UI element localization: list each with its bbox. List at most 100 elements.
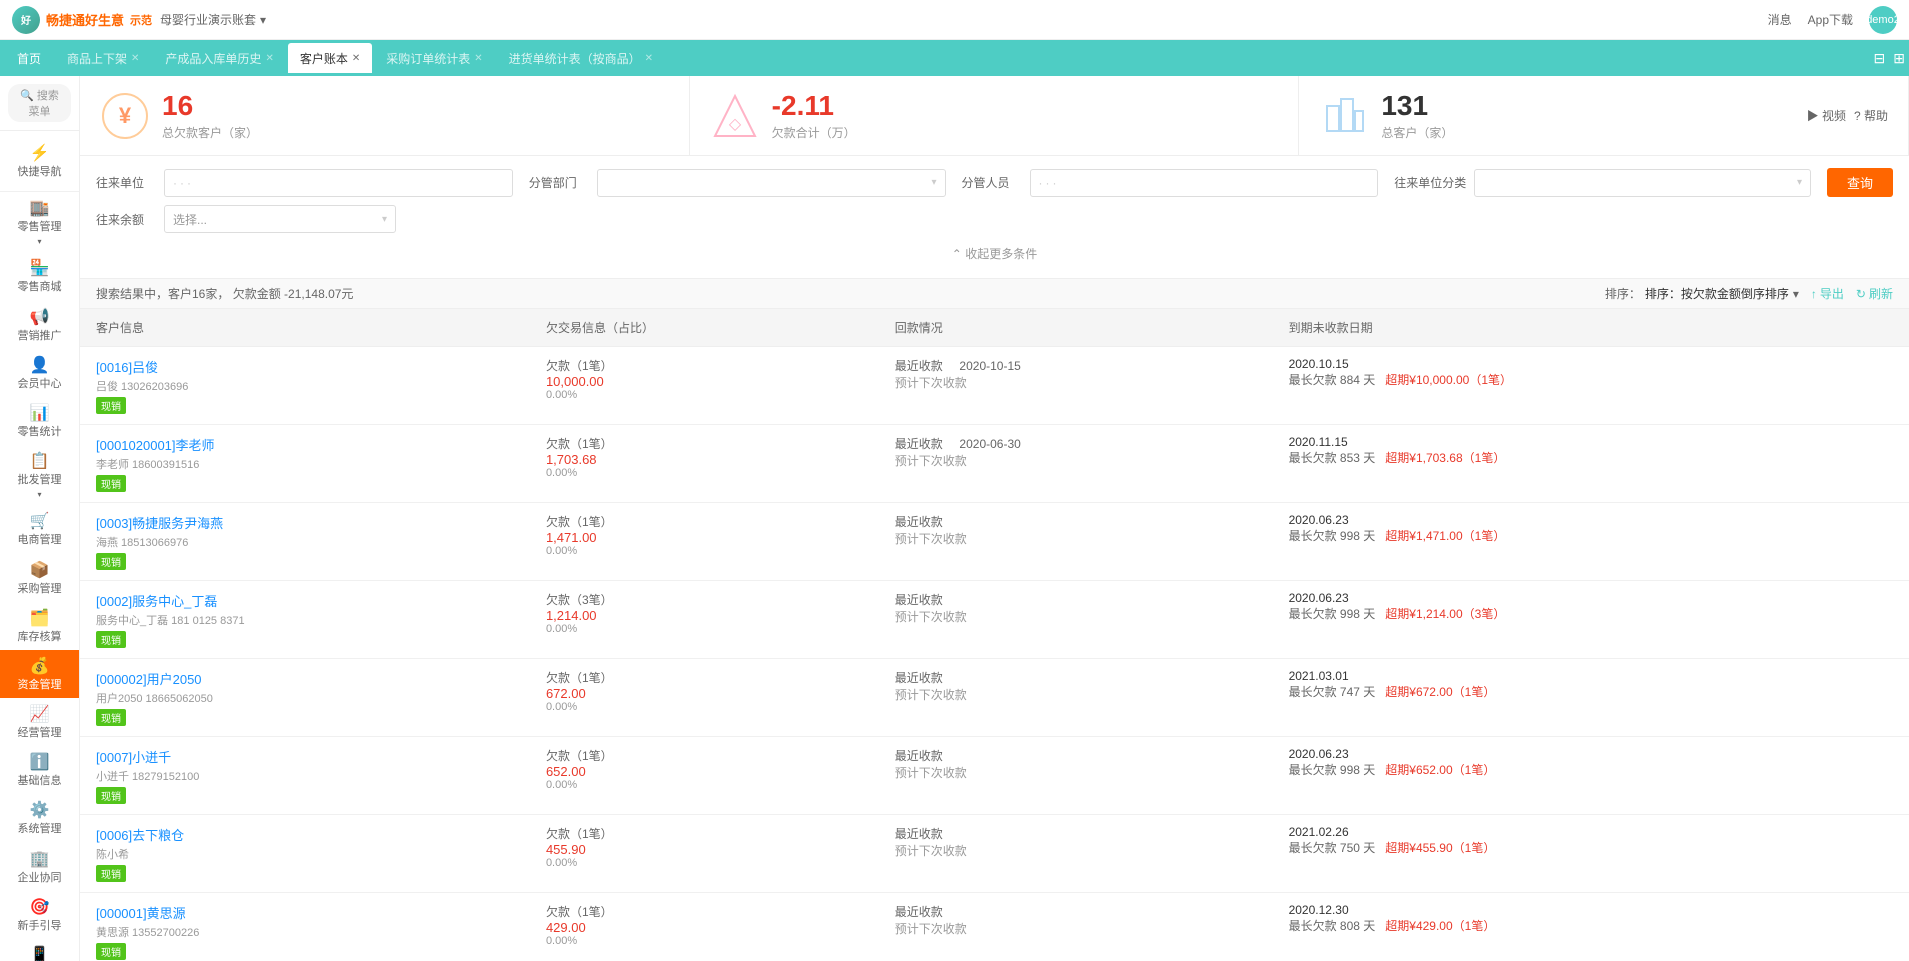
- filter-item-manager: 分管人员 ···: [962, 169, 1379, 197]
- main-content: ¥ 16 总欠款客户（家） ◇ -2.11 欠款合计（万）: [80, 76, 1909, 961]
- tab-minimize-icon[interactable]: ⊟: [1874, 50, 1886, 67]
- cell-customer-info-2: [0003]畅捷服务尹海燕 海燕 18513066976 现销: [80, 503, 530, 581]
- sidebar-item-sys-mgmt[interactable]: ⚙️ 系统管理: [0, 794, 79, 842]
- sidebar-item-operations[interactable]: 📈 经营管理: [0, 698, 79, 746]
- close-purchase-order-icon[interactable]: ✕: [474, 53, 482, 64]
- tab-home[interactable]: 首页: [5, 43, 53, 73]
- retail-stats-icon: 📊: [30, 403, 50, 423]
- customer-phone-2: 海燕 18513066976: [96, 534, 514, 550]
- app-download-btn[interactable]: App下载: [1808, 11, 1853, 28]
- filter-input-balance[interactable]: 选择... ▾: [164, 205, 396, 233]
- tab-inbound-stats[interactable]: 进货单统计表（按商品） ✕: [497, 43, 665, 73]
- collapse-button[interactable]: ⌃ 收起更多条件: [96, 241, 1893, 266]
- tenant-selector[interactable]: 母婴行业演示账套 ▾: [160, 11, 266, 28]
- result-actions: 排序： 排序：按欠款金额倒序排序 ▾ ↑ 导出 ↻ 刷新: [1605, 285, 1893, 302]
- customer-phone-3: 服务中心_丁磊 181 0125 8371: [96, 612, 514, 628]
- due-date-0: 2020.10.15: [1289, 357, 1893, 371]
- cell-payment-status-5: 最近收款 预计下次收款: [879, 737, 1273, 815]
- tab-product-offsale[interactable]: 商品上下架 ✕: [55, 43, 151, 73]
- overdue-amount-0[interactable]: 超期¥10,000.00（1笔）: [1385, 373, 1512, 387]
- batch-mgmt-label: 批发管理: [18, 474, 62, 487]
- table-row: [0002]服务中心_丁磊 服务中心_丁磊 181 0125 8371 现销 欠…: [80, 581, 1909, 659]
- tab-purchase-order[interactable]: 采购订单统计表 ✕: [374, 43, 494, 73]
- stat-icon-debt-amount: ◇: [710, 91, 760, 141]
- customer-name-6[interactable]: [0006]去下粮仓: [96, 825, 514, 844]
- close-inbound-stats-icon[interactable]: ✕: [645, 53, 653, 64]
- cell-due-date-0: 2020.10.15 最长欠款 884 天 超期¥10,000.00（1笔）: [1273, 347, 1909, 425]
- retail-mgmt-label: 零售管理: [18, 221, 62, 234]
- sidebar-item-enterprise[interactable]: 🏢 企业协同: [0, 843, 79, 891]
- tab-customer-account[interactable]: 客户账本 ✕: [288, 43, 372, 73]
- overdue-amount-2[interactable]: 超期¥1,471.00（1笔）: [1385, 529, 1505, 543]
- sidebar-item-purchase-mgmt[interactable]: 📦 采购管理: [0, 554, 79, 602]
- cell-due-date-7: 2020.12.30 最长欠款 808 天 超期¥429.00（1笔）: [1273, 893, 1909, 961]
- tab-maximize-icon[interactable]: ⊞: [1893, 50, 1905, 67]
- due-date-7: 2020.12.30: [1289, 903, 1893, 917]
- sidebar-search-box[interactable]: 🔍 搜索菜单: [8, 84, 71, 122]
- filter-input-from-unit[interactable]: ···: [164, 169, 513, 197]
- overdue-info-2: 最长欠款 998 天 超期¥1,471.00（1笔）: [1289, 527, 1893, 544]
- sidebar-item-retail-stats[interactable]: 📊 零售统计: [0, 397, 79, 445]
- batch-mgmt-icon: 📋: [30, 451, 50, 471]
- sidebar-item-ecommerce[interactable]: 🛒 电商管理: [0, 505, 79, 553]
- logo-icon: 好: [12, 6, 40, 34]
- customer-name-2[interactable]: [0003]畅捷服务尹海燕: [96, 513, 514, 532]
- filter-input-manager[interactable]: ···: [1030, 169, 1379, 197]
- customer-table: 客户信息 欠交易信息（占比） 回款情况 到期未收款日期 [0016]吕俊 吕俊 …: [80, 309, 1909, 961]
- video-btn[interactable]: ▶ 视频: [1807, 107, 1846, 124]
- debt-amount-4: 672.00: [546, 686, 863, 701]
- tab-product-inbound[interactable]: 产成品入库单历史 ✕: [153, 43, 285, 73]
- customer-name-3[interactable]: [0002]服务中心_丁磊: [96, 591, 514, 610]
- finance-label: 资金管理: [18, 679, 62, 692]
- filter-manager-placeholder: ···: [1039, 176, 1060, 190]
- customer-name-5[interactable]: [0007]小迸千: [96, 747, 514, 766]
- sidebar-item-marketing[interactable]: 📢 营销推广: [0, 301, 79, 349]
- export-button[interactable]: ↑ 导出: [1811, 285, 1844, 302]
- customer-tag-4: 现销: [96, 709, 126, 726]
- close-product-offsale-icon[interactable]: ✕: [131, 53, 139, 64]
- overdue-amount-3[interactable]: 超期¥1,214.00（3笔）: [1385, 607, 1505, 621]
- query-button[interactable]: 查询: [1827, 168, 1893, 197]
- cell-customer-info-6: [0006]去下粮仓 陈小希 现销: [80, 815, 530, 893]
- sidebar-item-member-center[interactable]: 👤 会员中心: [0, 349, 79, 397]
- sort-selector[interactable]: 排序： 排序：按欠款金额倒序排序 ▾: [1605, 285, 1799, 302]
- sidebar-item-inventory[interactable]: 🗂️ 库存核算: [0, 602, 79, 650]
- filter-input-unit-category[interactable]: ▾: [1474, 169, 1811, 197]
- sidebar-item-retail-mgmt[interactable]: 🏬 零售管理 ▾: [0, 192, 79, 252]
- sidebar-item-app-center[interactable]: 📱 应用中心: [0, 939, 79, 961]
- filter-label-unit-category: 往来单位分类: [1394, 174, 1466, 191]
- close-product-inbound-icon[interactable]: ✕: [265, 53, 273, 64]
- new-guide-label: 新手引导: [18, 920, 62, 933]
- help-btn[interactable]: ? 帮助: [1854, 107, 1888, 124]
- sidebar-item-finance[interactable]: 💰 资金管理: [0, 650, 79, 698]
- user-avatar[interactable]: demo2: [1869, 6, 1897, 34]
- tab-home-label: 首页: [17, 50, 41, 67]
- svg-text:◇: ◇: [729, 116, 742, 133]
- debt-count-2: 欠款（1笔）: [546, 513, 863, 530]
- customer-name-0[interactable]: [0016]吕俊: [96, 357, 514, 376]
- overdue-amount-7[interactable]: 超期¥429.00（1笔）: [1385, 919, 1495, 933]
- message-btn[interactable]: 消息: [1768, 11, 1792, 28]
- overdue-amount-4[interactable]: 超期¥672.00（1笔）: [1385, 685, 1495, 699]
- refresh-button[interactable]: ↻ 刷新: [1856, 285, 1893, 302]
- sidebar-item-quick-nav[interactable]: ⚡ 快捷导航: [0, 137, 79, 185]
- debt-amount-7: 429.00: [546, 920, 863, 935]
- overdue-amount-5[interactable]: 超期¥652.00（1笔）: [1385, 763, 1495, 777]
- sidebar: 🔍 搜索菜单 ⚡ 快捷导航 🏬 零售管理 ▾ 🏪 零售商城 📢 营销推广 👤 会…: [0, 76, 80, 961]
- customer-name-4[interactable]: [000002]用户2050: [96, 669, 514, 688]
- sidebar-search-area[interactable]: 🔍 搜索菜单: [0, 76, 79, 131]
- overdue-amount-1[interactable]: 超期¥1,703.68（1笔）: [1385, 451, 1505, 465]
- close-customer-account-icon[interactable]: ✕: [352, 53, 360, 64]
- logo-area: 好 畅捷通好生意 示范: [12, 6, 152, 34]
- filter-input-dept[interactable]: ▾: [597, 169, 946, 197]
- customer-tag-1: 现销: [96, 475, 126, 492]
- sidebar-item-basic-info[interactable]: ℹ️ 基础信息: [0, 746, 79, 794]
- customer-name-1[interactable]: [0001020001]李老师: [96, 435, 514, 454]
- table-row: [000002]用户2050 用户2050 18665062050 现销 欠款（…: [80, 659, 1909, 737]
- sidebar-item-batch-mgmt[interactable]: 📋 批发管理 ▾: [0, 445, 79, 505]
- overdue-amount-6[interactable]: 超期¥455.90（1笔）: [1385, 841, 1495, 855]
- sidebar-item-new-guide[interactable]: 🎯 新手引导: [0, 891, 79, 939]
- customer-name-7[interactable]: [000001]黄思源: [96, 903, 514, 922]
- sidebar-item-retail-store[interactable]: 🏪 零售商城: [0, 252, 79, 300]
- cell-customer-info-0: [0016]吕俊 吕俊 13026203696 现销: [80, 347, 530, 425]
